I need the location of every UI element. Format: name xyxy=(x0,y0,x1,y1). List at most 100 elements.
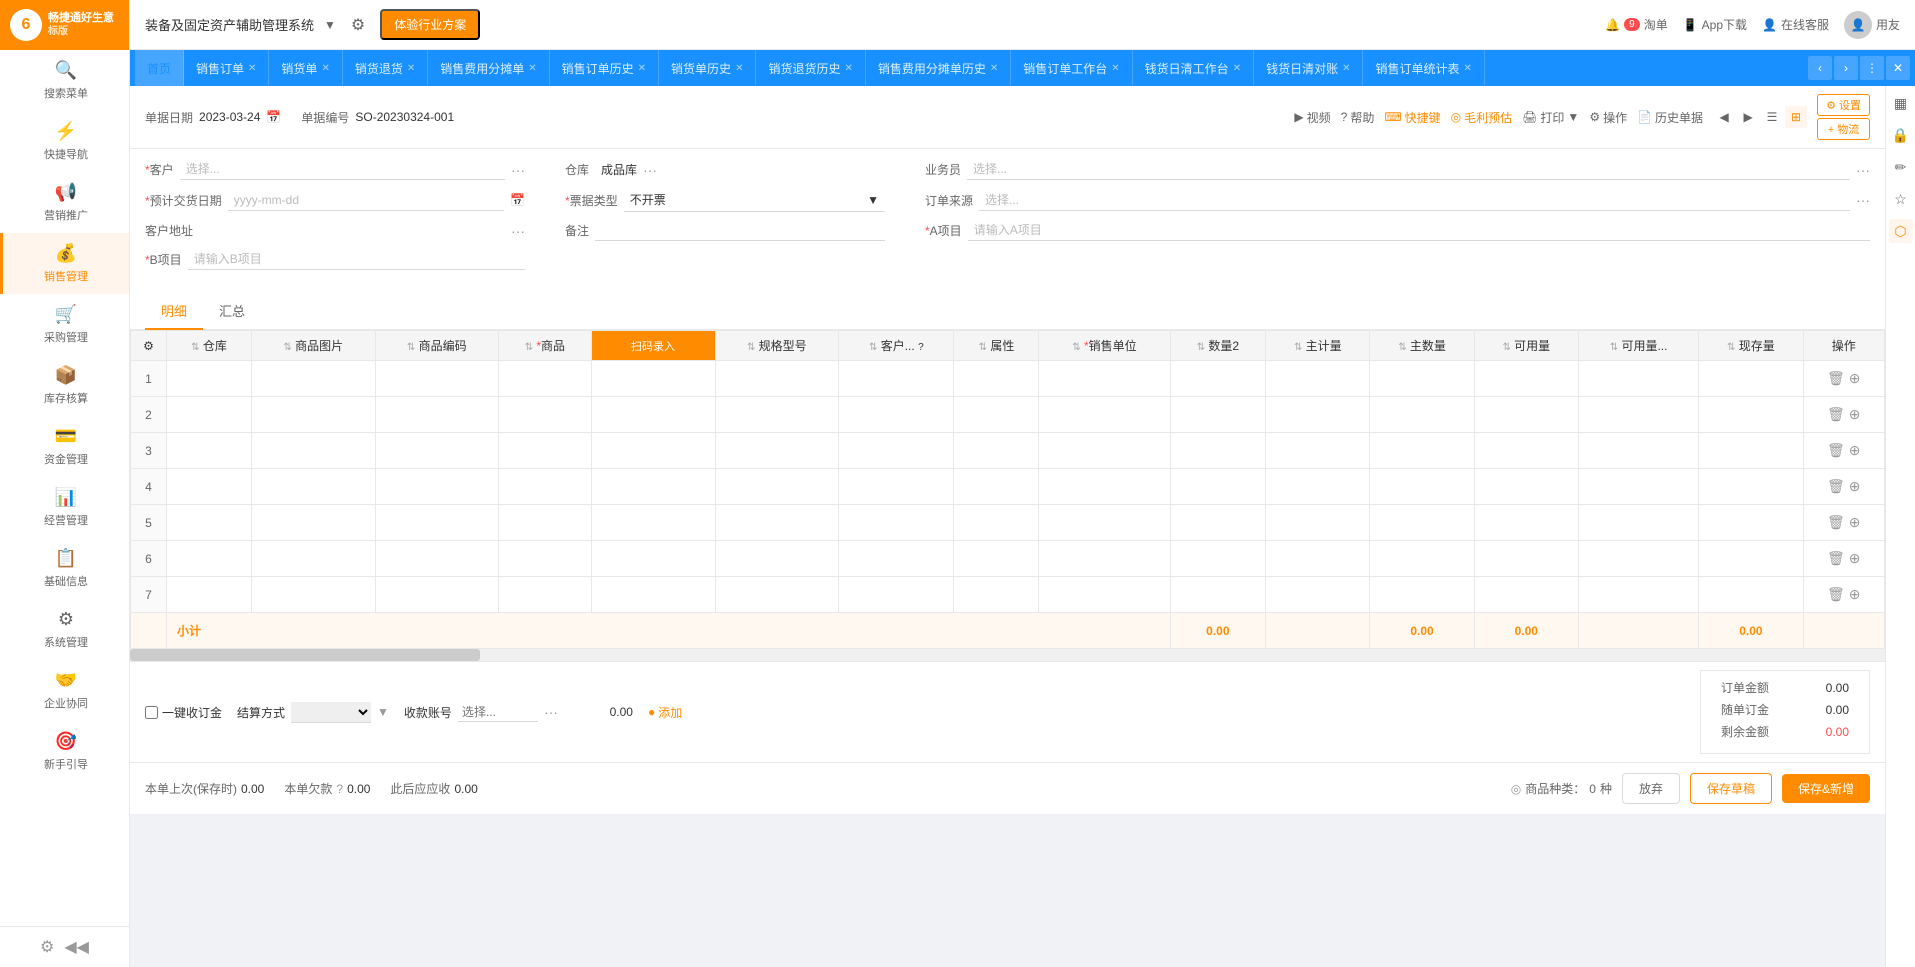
delivery-date-input[interactable] xyxy=(228,190,504,211)
row-available[interactable] xyxy=(1474,433,1578,469)
row-code[interactable] xyxy=(375,469,499,505)
online-service[interactable]: 👤 在线客服 xyxy=(1762,16,1829,33)
row-available[interactable] xyxy=(1474,541,1578,577)
copy-icon[interactable]: ⊕ xyxy=(1849,442,1861,459)
tab-close-icon[interactable]: ✕ xyxy=(321,63,329,74)
row-warehouse[interactable] xyxy=(167,469,252,505)
row-stock[interactable] xyxy=(1699,469,1803,505)
row-available2[interactable] xyxy=(1578,577,1698,613)
row-spec[interactable] xyxy=(715,361,839,397)
a-project-input[interactable] xyxy=(968,220,1870,241)
row-qty2[interactable] xyxy=(1170,541,1266,577)
row-scan[interactable] xyxy=(591,469,715,505)
row-unit[interactable] xyxy=(1039,505,1170,541)
col-name[interactable]: ⇅ *商品 xyxy=(499,331,591,361)
add-payment-btn[interactable]: ● 添加 xyxy=(648,704,682,721)
delete-icon[interactable]: 🗑 xyxy=(1827,478,1845,495)
scan-button[interactable]: 扫码录入 xyxy=(623,339,683,355)
row-customer-code[interactable] xyxy=(839,433,954,469)
list-view-icon[interactable]: ☰ xyxy=(1761,106,1783,128)
row-main-unit[interactable] xyxy=(1266,469,1370,505)
sidebar-item-marketing[interactable]: 📢 营销推广 xyxy=(0,172,129,233)
row-customer-code[interactable] xyxy=(839,541,954,577)
tab-cash-workbench[interactable]: 钱货日清工作台 ✕ xyxy=(1133,50,1254,86)
row-available2[interactable] xyxy=(1578,541,1698,577)
salesperson-input[interactable] xyxy=(967,159,1850,180)
row-main-qty[interactable] xyxy=(1370,361,1474,397)
sidebar-item-quick-nav[interactable]: ⚡ 快捷导航 xyxy=(0,111,129,172)
right-panel-lock-icon[interactable]: 🔒 xyxy=(1889,123,1913,147)
row-code[interactable] xyxy=(375,397,499,433)
row-image[interactable] xyxy=(251,469,375,505)
copy-icon[interactable]: ⊕ xyxy=(1849,550,1861,567)
row-spec[interactable] xyxy=(715,433,839,469)
row-qty2[interactable] xyxy=(1170,433,1266,469)
tab-fee-hist[interactable]: 销售费用分摊单历史 ✕ xyxy=(866,50,1011,86)
sidebar-item-purchase[interactable]: 🛒 采购管理 xyxy=(0,294,129,355)
row-warehouse[interactable] xyxy=(167,577,252,613)
row-attribute[interactable] xyxy=(954,469,1039,505)
right-panel-active-icon[interactable]: ⬡ xyxy=(1889,219,1913,243)
row-name[interactable] xyxy=(499,577,591,613)
tab-next-arrow[interactable]: › xyxy=(1834,56,1858,80)
copy-icon[interactable]: ⊕ xyxy=(1849,478,1861,495)
b-project-input[interactable] xyxy=(188,249,525,270)
col-stock[interactable]: ⇅ 现存量 xyxy=(1699,331,1803,361)
tab-sales-fee[interactable]: 销售费用分摊单 ✕ xyxy=(428,50,549,86)
address-dots[interactable]: ··· xyxy=(511,223,525,239)
salesperson-dots[interactable]: ··· xyxy=(1856,162,1870,178)
row-image[interactable] xyxy=(251,433,375,469)
tab-sales-report[interactable]: 销售订单统计表 ✕ xyxy=(1363,50,1484,86)
tab-close-icon[interactable]: ✕ xyxy=(735,63,743,74)
settle-method-select[interactable] xyxy=(291,702,371,723)
right-panel-star-icon[interactable]: ☆ xyxy=(1889,187,1913,211)
col-qty2[interactable]: ⇅ 数量2 xyxy=(1170,331,1266,361)
row-image[interactable] xyxy=(251,397,375,433)
source-dots[interactable]: ··· xyxy=(1856,192,1870,208)
calendar-icon[interactable]: 📅 xyxy=(266,110,281,124)
operations-btn[interactable]: ⚙ 操作 xyxy=(1589,109,1627,126)
row-attribute[interactable] xyxy=(954,397,1039,433)
row-spec[interactable] xyxy=(715,397,839,433)
print-btn[interactable]: 🖨 打印 ▼ xyxy=(1522,109,1579,126)
tab-summary[interactable]: 汇总 xyxy=(203,293,261,330)
tab-sales-invoice[interactable]: 销货单 ✕ xyxy=(269,50,342,86)
save-draft-button[interactable]: 保存草稿 xyxy=(1690,773,1772,804)
row-main-unit[interactable] xyxy=(1266,361,1370,397)
row-main-qty[interactable] xyxy=(1370,577,1474,613)
tab-close-icon[interactable]: ✕ xyxy=(528,63,536,74)
col-warehouse[interactable]: ⇅ 仓库 xyxy=(167,331,252,361)
settings-icon[interactable]: ⚙ xyxy=(351,15,365,35)
right-panel-edit-icon[interactable]: ✏ xyxy=(1889,155,1913,179)
row-main-unit[interactable] xyxy=(1266,505,1370,541)
one-click-checkbox[interactable] xyxy=(145,706,158,719)
row-main-unit[interactable] xyxy=(1266,433,1370,469)
row-available2[interactable] xyxy=(1578,469,1698,505)
collapse-icon[interactable]: ◀◀ xyxy=(64,937,89,957)
tab-invoice-hist[interactable]: 销货单历史 ✕ xyxy=(659,50,756,86)
row-attribute[interactable] xyxy=(954,361,1039,397)
sidebar-item-collaboration[interactable]: 🤝 企业协同 xyxy=(0,660,129,721)
col-spec[interactable]: ⇅ 规格型号 xyxy=(715,331,839,361)
shortcut-btn[interactable]: ⌨ 快捷键 xyxy=(1384,109,1440,126)
row-main-qty[interactable] xyxy=(1370,433,1474,469)
tab-close-icon[interactable]: ✕ xyxy=(1233,63,1241,74)
row-stock[interactable] xyxy=(1699,577,1803,613)
row-attribute[interactable] xyxy=(954,541,1039,577)
row-scan[interactable] xyxy=(591,541,715,577)
col-image[interactable]: ⇅ 商品图片 xyxy=(251,331,375,361)
row-customer-code[interactable] xyxy=(839,469,954,505)
tab-order-workbench[interactable]: 销售订单工作台 ✕ xyxy=(1011,50,1132,86)
col-main-unit[interactable]: ⇅ 主计量 xyxy=(1266,331,1370,361)
row-warehouse[interactable] xyxy=(167,433,252,469)
row-main-qty[interactable] xyxy=(1370,505,1474,541)
row-code[interactable] xyxy=(375,505,499,541)
sidebar-item-system[interactable]: ⚙ 系统管理 xyxy=(0,599,129,660)
row-available[interactable] xyxy=(1474,505,1578,541)
row-code[interactable] xyxy=(375,541,499,577)
note-input[interactable] xyxy=(595,220,885,241)
row-scan[interactable] xyxy=(591,361,715,397)
tab-close-icon[interactable]: ✕ xyxy=(407,63,415,74)
right-panel-grid-icon[interactable]: ▦ xyxy=(1889,91,1913,115)
row-main-qty[interactable] xyxy=(1370,541,1474,577)
